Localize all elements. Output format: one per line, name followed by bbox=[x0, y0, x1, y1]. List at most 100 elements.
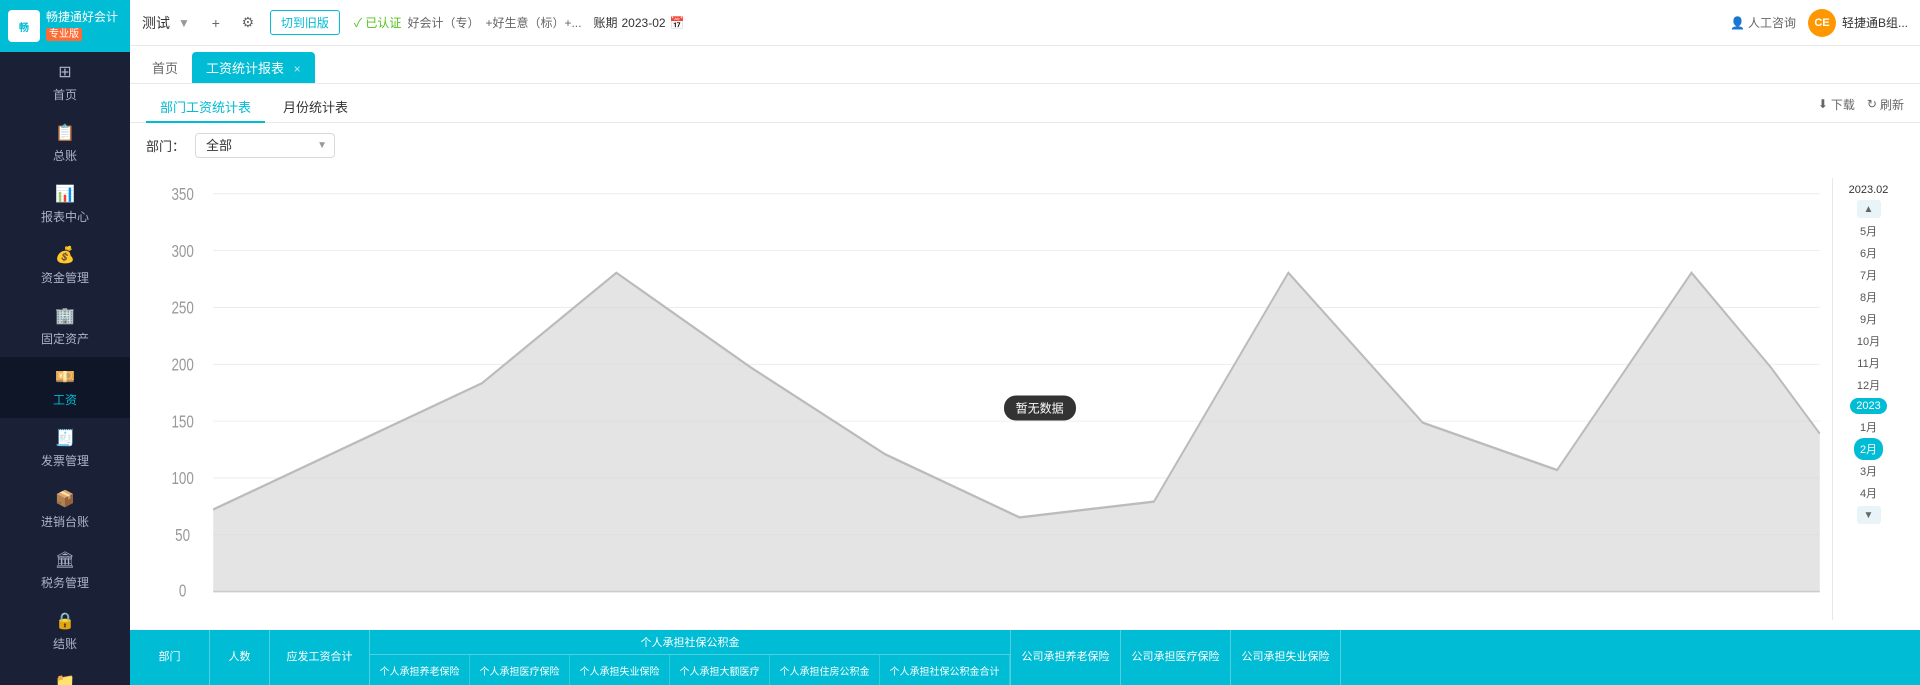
logo-icon: 畅 bbox=[8, 10, 40, 42]
side-month-2月[interactable]: 2月 bbox=[1854, 438, 1883, 460]
side-next-btn[interactable]: ▼ bbox=[1857, 506, 1881, 524]
sidebar-item-report[interactable]: 📊报表中心 bbox=[0, 174, 130, 235]
help-btn[interactable]: 👤 人工咨询 bbox=[1730, 14, 1796, 31]
header-right: 👤 人工咨询 CE 轻捷通B组... bbox=[1730, 9, 1908, 37]
user-name: 轻捷通B组... bbox=[1842, 14, 1908, 31]
calendar-icon[interactable]: 📅 bbox=[670, 16, 685, 30]
th-sub-个人承担社保公积金合计: 个人承担社保公积金合计 bbox=[880, 655, 1010, 685]
svg-text:100: 100 bbox=[171, 470, 194, 489]
sidebar-item-tax[interactable]: 🏛税务管理 bbox=[0, 540, 130, 601]
dept-select-wrapper: 全部行政部销售部技术部财务部 ▼ bbox=[195, 133, 335, 158]
th-group-social: 个人承担社保公积金个人承担养老保险个人承担医疗保险个人承担失业保险个人承担大额医… bbox=[370, 630, 1011, 685]
sub-tabs-right: ⬇ 下载 ↻ 刷新 bbox=[1818, 96, 1904, 119]
sidebar-item-salary[interactable]: 💴 工资 bbox=[0, 357, 130, 418]
side-year-badge[interactable]: 2023 bbox=[1850, 398, 1886, 414]
side-month-6月[interactable]: 6月 bbox=[1851, 242, 1886, 264]
refresh-btn[interactable]: ↻ 刷新 bbox=[1867, 96, 1904, 113]
th-sub-个人承担医疗保险: 个人承担医疗保险 bbox=[470, 655, 570, 685]
fund-icon: 💰 bbox=[55, 245, 75, 265]
svg-text:150: 150 bbox=[171, 413, 194, 432]
th-人数: 人数 bbox=[210, 630, 270, 685]
side-month-10月[interactable]: 10月 bbox=[1851, 330, 1886, 352]
filter-bar: 部门： 全部行政部销售部技术部财务部 ▼ bbox=[130, 123, 1920, 168]
th-sub-个人承担住房公积金: 个人承担住房公积金 bbox=[770, 655, 880, 685]
sidebar-item-ledger[interactable]: 📋总账 bbox=[0, 113, 130, 174]
company-name: 测试 bbox=[142, 13, 170, 33]
good-acc-tag: 好会计（专） bbox=[407, 14, 479, 31]
th-sub-个人承担养老保险: 个人承担养老保险 bbox=[370, 655, 470, 685]
sidebar-item-stock[interactable]: 📦 进销台账 bbox=[0, 479, 130, 540]
sidebar-item-home[interactable]: ⊞ 首页 bbox=[0, 52, 130, 113]
side-month-1月[interactable]: 1月 bbox=[1854, 416, 1883, 438]
report-icon: 📊 bbox=[55, 184, 75, 204]
chart-side-panel: 2023.02 ▲ 5月6月7月8月9月10月11月12月 2023 1月2月3… bbox=[1832, 178, 1904, 620]
chart-main: 350 300 250 200 150 100 50 0 bbox=[146, 178, 1832, 620]
side-prev-btn[interactable]: ▲ bbox=[1857, 200, 1881, 218]
switch-old-btn[interactable]: 切到旧版 bbox=[270, 10, 340, 35]
home-icon: ⊞ bbox=[58, 62, 71, 82]
user-avatar: CE bbox=[1808, 9, 1836, 37]
archive-icon: 📁 bbox=[55, 672, 75, 685]
chart-area: 350 300 250 200 150 100 50 0 bbox=[130, 168, 1920, 630]
top-header: 测试 ▼ + ⚙ 切到旧版 ✓ 已认证 好会计（专） +好生意（标）+... 账… bbox=[130, 0, 1920, 46]
invoice-icon: 🧾 bbox=[55, 428, 75, 448]
svg-text:350: 350 bbox=[171, 186, 194, 205]
add-btn[interactable]: + bbox=[202, 9, 230, 37]
th-应发工资合计: 应发工资合计 bbox=[270, 630, 370, 685]
th-sub-个人承担大额医疗: 个人承担大额医疗 bbox=[670, 655, 770, 685]
sidebar-label-close: 结账 bbox=[53, 635, 77, 652]
side-month-12月[interactable]: 12月 bbox=[1851, 374, 1886, 396]
download-icon: ⬇ bbox=[1818, 97, 1828, 111]
sidebar-item-asset[interactable]: 🏢 固定资产 bbox=[0, 296, 130, 357]
sidebar-item-fund[interactable]: 💰资金管理 bbox=[0, 235, 130, 296]
side-month-5月[interactable]: 5月 bbox=[1851, 220, 1886, 242]
side-month-7月[interactable]: 7月 bbox=[1851, 264, 1886, 286]
sidebar-item-close[interactable]: 🔒 结账 bbox=[0, 601, 130, 662]
side-month-9月[interactable]: 9月 bbox=[1851, 308, 1886, 330]
sub-tab-monthly[interactable]: 月份统计表 bbox=[269, 92, 362, 123]
tab-salary-report[interactable]: 工资统计报表 × bbox=[192, 52, 315, 83]
th-公司承担失业保险: 公司承担失业保险 bbox=[1231, 630, 1341, 685]
header-btn-group: + ⚙ bbox=[202, 9, 262, 37]
svg-text:250: 250 bbox=[171, 299, 194, 318]
main-area: 测试 ▼ + ⚙ 切到旧版 ✓ 已认证 好会计（专） +好生意（标）+... 账… bbox=[130, 0, 1920, 685]
close-icon: 🔒 bbox=[55, 611, 75, 631]
sub-tab-dept[interactable]: 部门工资统计表 bbox=[146, 92, 265, 123]
header-tags: ✓ 已认证 好会计（专） +好生意（标）+... bbox=[354, 14, 582, 31]
sidebar-label-invoice: 发票管理 bbox=[41, 452, 89, 469]
sidebar-label-asset: 固定资产 bbox=[41, 330, 89, 347]
ledger-icon: 📋 bbox=[55, 123, 75, 143]
side-month-4月[interactable]: 4月 bbox=[1854, 482, 1883, 504]
stock-icon: 📦 bbox=[55, 489, 75, 509]
content-area: 部门工资统计表月份统计表 ⬇ 下载 ↻ 刷新 部门： 全部行政部销售部技术部财务… bbox=[130, 84, 1920, 685]
sidebar-label-home: 首页 bbox=[53, 86, 77, 103]
sidebar-nav: ⊞首页📋总账📊报表中心💰资金管理🏢固定资产💴工资🧾发票管理📦进销台账🏛税务管理🔒… bbox=[0, 52, 130, 685]
table-header: 部门人数应发工资合计个人承担社保公积金个人承担养老保险个人承担医疗保险个人承担失… bbox=[130, 630, 1920, 685]
sidebar-label-tax: 税务管理 bbox=[41, 574, 89, 591]
tabs-bar: 首页 工资统计报表 × bbox=[130, 46, 1920, 84]
sidebar-label-stock: 进销台账 bbox=[41, 513, 89, 530]
salary-icon: 💴 bbox=[55, 367, 75, 387]
sidebar-item-archive[interactable]: 📁归档管理 bbox=[0, 662, 130, 685]
side-month-8月[interactable]: 8月 bbox=[1851, 286, 1886, 308]
dept-select[interactable]: 全部行政部销售部技术部财务部 bbox=[195, 133, 335, 158]
tab-home[interactable]: 首页 bbox=[142, 52, 188, 83]
side-month-3月[interactable]: 3月 bbox=[1854, 460, 1883, 482]
sidebar-label-salary: 工资 bbox=[53, 391, 77, 408]
sidebar-logo: 畅 畅捷通好会计 专业版 bbox=[0, 0, 130, 52]
tab-close-icon[interactable]: × bbox=[294, 62, 301, 76]
download-btn[interactable]: ⬇ 下载 bbox=[1818, 96, 1855, 113]
sub-tabs-bar: 部门工资统计表月份统计表 ⬇ 下载 ↻ 刷新 bbox=[130, 84, 1920, 123]
svg-text:200: 200 bbox=[171, 356, 194, 375]
header-period: 账期 2023-02 📅 bbox=[593, 14, 684, 31]
sidebar: 畅 畅捷通好会计 专业版 ⊞ 首页 📋总账📊报表中心💰资金管理 🏢 固定资产 💴 工资 🧾 发票… bbox=[0, 0, 130, 685]
side-month-11月[interactable]: 11月 bbox=[1851, 352, 1886, 374]
side-months-prev: 5月6月7月8月9月10月11月12月 bbox=[1851, 220, 1886, 396]
side-months-cur: 1月2月3月4月 bbox=[1854, 416, 1883, 504]
company-arrow-icon: ▼ bbox=[178, 16, 190, 30]
sidebar-item-invoice[interactable]: 🧾 发票管理 bbox=[0, 418, 130, 479]
asset-icon: 🏢 bbox=[55, 306, 75, 326]
settings-icon-btn[interactable]: ⚙ bbox=[234, 9, 262, 37]
sub-tabs-left: 部门工资统计表月份统计表 bbox=[146, 92, 362, 122]
user-avatar-area[interactable]: CE 轻捷通B组... bbox=[1808, 9, 1908, 37]
